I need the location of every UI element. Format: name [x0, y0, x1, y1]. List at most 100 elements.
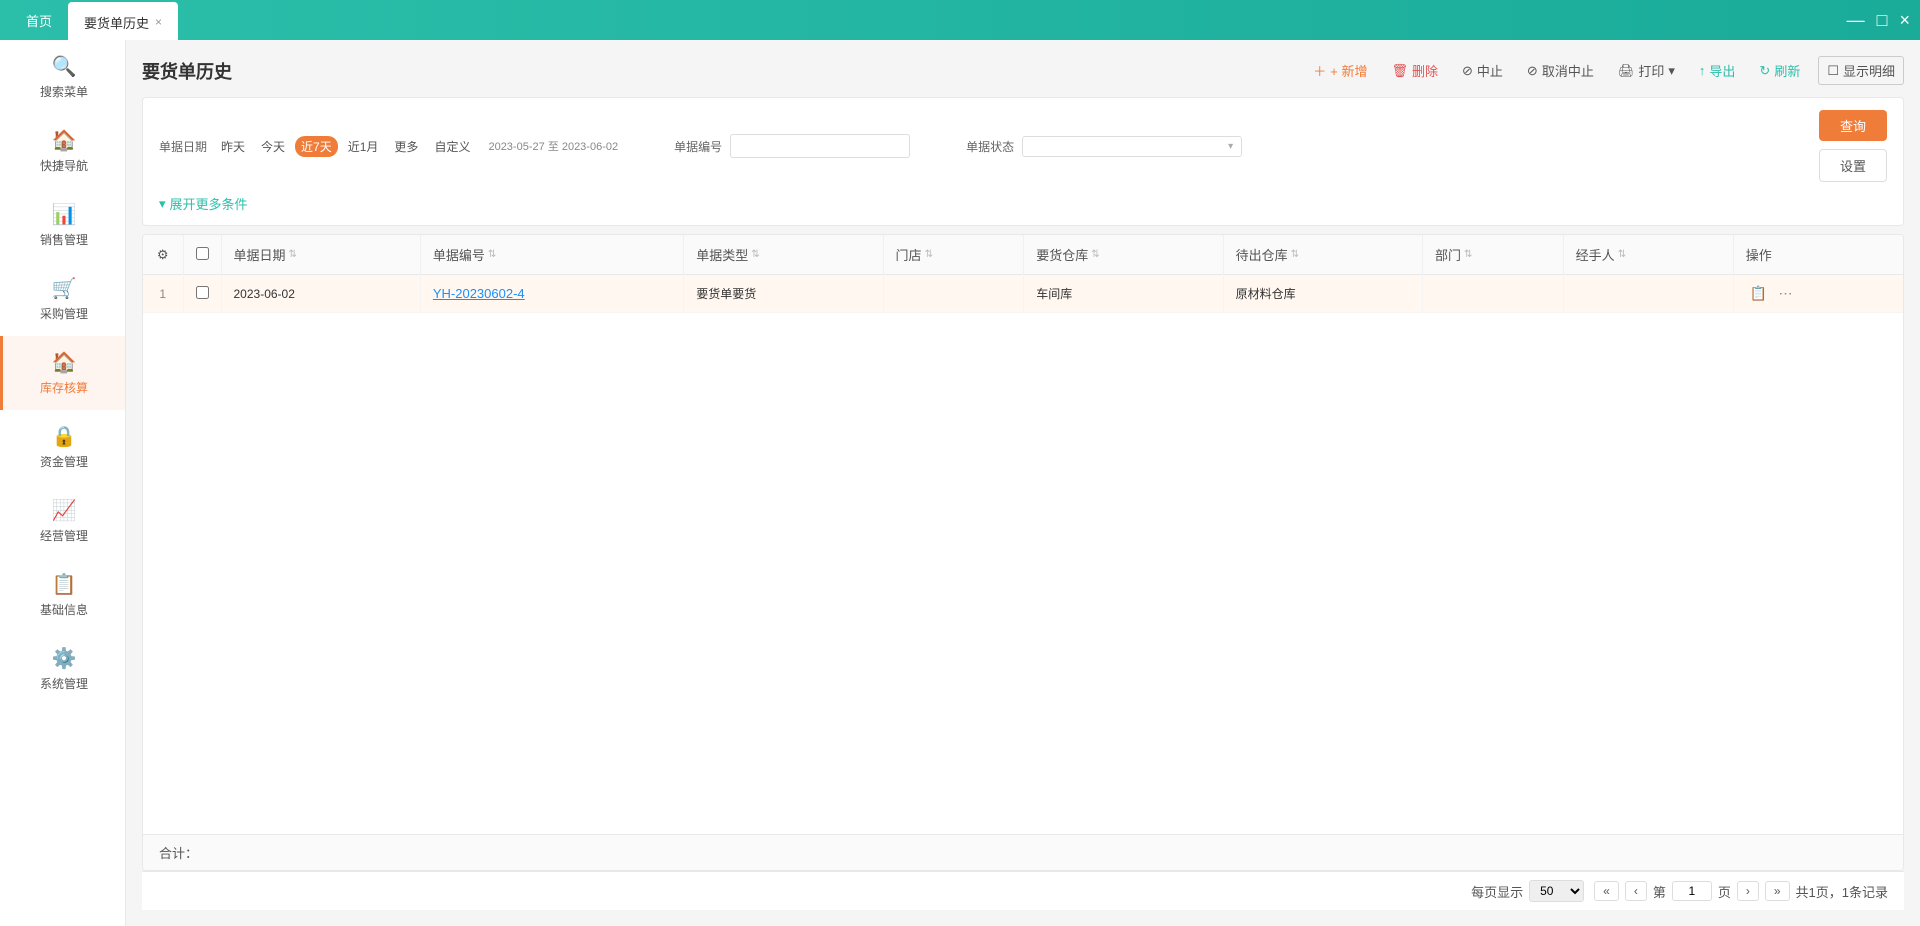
page-title: 要货单历史 — [142, 58, 232, 84]
toolbar: ＋ + 新增 🗑 删除 ⊘ 中止 ⊘ 取消中止 🖨 打印 — [1307, 56, 1904, 85]
window-close-icon[interactable]: × — [1899, 10, 1910, 31]
per-page-select[interactable]: 50 100 200 — [1529, 880, 1584, 902]
checkbox-icon: ☐ — [1827, 63, 1839, 79]
sidebar-item-sales[interactable]: 📊 销售管理 — [0, 188, 125, 262]
operation-icon: 📈 — [52, 498, 77, 523]
row-operation: 📋 ⋯ — [1733, 275, 1903, 313]
col-handler: 经手人 ⇅ — [1563, 235, 1733, 275]
last-page-btn[interactable]: » — [1765, 881, 1790, 901]
select-all-checkbox[interactable] — [196, 247, 209, 260]
first-page-btn[interactable]: « — [1594, 881, 1619, 901]
export-label: 导出 — [1709, 61, 1735, 80]
show-detail-button[interactable]: ☐ 显示明细 — [1818, 56, 1904, 85]
col-type-label: 单据类型 — [696, 245, 748, 264]
col-department: 部门 ⇅ — [1422, 235, 1563, 275]
shortcut-custom[interactable]: 自定义 — [428, 136, 476, 157]
sidebar-item-purchase-label: 采购管理 — [40, 305, 88, 322]
filter-expand-row: ▾ 展开更多条件 — [159, 188, 1887, 213]
finance-icon: 🔒 — [52, 424, 77, 449]
doc-link[interactable]: YH-20230602-4 — [433, 286, 525, 301]
row-req-warehouse: 车间库 — [1024, 275, 1223, 313]
delete-label: 删除 — [1412, 61, 1438, 80]
row-handler — [1563, 275, 1733, 313]
setting-button[interactable]: 设置 — [1819, 149, 1887, 182]
cancel-stop-button[interactable]: ⊘ 取消中止 — [1521, 57, 1600, 84]
shortcut-today[interactable]: 今天 — [255, 136, 291, 157]
sidebar-item-system[interactable]: ⚙️ 系统管理 — [0, 632, 125, 706]
doc-number-input[interactable] — [730, 134, 910, 158]
expand-button[interactable]: ▾ 展开更多条件 — [159, 194, 248, 213]
date-sort-icon[interactable]: ⇅ — [289, 249, 297, 260]
sidebar-item-system-label: 系统管理 — [40, 675, 88, 692]
expand-label: 展开更多条件 — [170, 194, 248, 213]
shop-sort-icon[interactable]: ⇅ — [925, 249, 933, 260]
print-button[interactable]: 🖨 打印 ▾ — [1612, 57, 1681, 84]
col-settings[interactable]: ⚙ — [143, 235, 183, 275]
sidebar-item-operation[interactable]: 📈 经营管理 — [0, 484, 125, 558]
delete-button[interactable]: 🗑 删除 — [1385, 57, 1444, 84]
row-checkbox[interactable] — [196, 286, 209, 299]
refresh-label: 刷新 — [1774, 61, 1800, 80]
department-sort-icon[interactable]: ⇅ — [1464, 249, 1472, 260]
sidebar-item-inventory-label: 库存核算 — [40, 379, 88, 396]
sidebar-item-sales-label: 销售管理 — [40, 231, 88, 248]
pending-warehouse-sort-icon[interactable]: ⇅ — [1291, 249, 1299, 260]
table-scroll: ⚙ 单据日期 ⇅ — [143, 235, 1903, 834]
total-pages-info: 共1页，1条记录 — [1796, 882, 1888, 901]
sidebar-item-quick-nav[interactable]: 🏠 快捷导航 — [0, 114, 125, 188]
maximize-icon[interactable]: □ — [1877, 10, 1888, 31]
status-filter-group: 单据状态 ▾ — [966, 136, 1242, 157]
status-select[interactable]: ▾ — [1022, 136, 1242, 157]
shortcut-7days[interactable]: 近7天 — [295, 136, 338, 157]
col-operation: 操作 — [1733, 235, 1903, 275]
next-page-btn[interactable]: › — [1737, 881, 1759, 901]
tab-close-icon[interactable]: × — [155, 15, 162, 29]
refresh-button[interactable]: ↻ 刷新 — [1753, 57, 1806, 84]
row-checkbox-cell[interactable] — [183, 275, 221, 313]
stop-button[interactable]: ⊘ 中止 — [1456, 57, 1509, 84]
new-button[interactable]: ＋ + 新增 — [1307, 57, 1373, 84]
sidebar-item-basic-info[interactable]: 📋 基础信息 — [0, 558, 125, 632]
total-label: 合计： — [159, 843, 198, 862]
expand-icon: ▾ — [159, 196, 166, 212]
prev-page-btn[interactable]: ‹ — [1625, 881, 1647, 901]
page-nav: « ‹ 第 页 › » 共1页，1条记录 — [1594, 881, 1888, 901]
shortcut-1month[interactable]: 近1月 — [342, 136, 385, 157]
row-shop — [883, 275, 1024, 313]
tab-history[interactable]: 要货单历史 × — [68, 2, 178, 42]
req-warehouse-sort-icon[interactable]: ⇅ — [1091, 249, 1099, 260]
query-button[interactable]: 查询 — [1819, 110, 1887, 141]
minimize-icon[interactable]: — — [1847, 10, 1865, 31]
more-icon[interactable]: ⋯ — [1774, 283, 1796, 303]
row-number[interactable]: YH-20230602-4 — [420, 275, 683, 313]
sidebar-item-finance[interactable]: 🔒 资金管理 — [0, 410, 125, 484]
quick-nav-icon: 🏠 — [52, 128, 77, 153]
sidebar-item-search-menu[interactable]: 🔍 搜索菜单 — [0, 40, 125, 114]
main-layout: 🔍 搜索菜单 🏠 快捷导航 📊 销售管理 🛒 采购管理 🏠 库存核算 🔒 资金管… — [0, 40, 1920, 926]
col-shop: 门店 ⇅ — [883, 235, 1024, 275]
tab-home[interactable]: 首页 — [10, 0, 68, 40]
export-button[interactable]: ↑ 导出 — [1693, 57, 1742, 84]
filter-area: 单据日期 昨天 今天 近7天 近1月 更多 自定义 2023-05-27 至 2… — [142, 97, 1904, 226]
shortcut-more[interactable]: 更多 — [388, 136, 424, 157]
row-pending-warehouse: 原材料仓库 — [1223, 275, 1422, 313]
number-sort-icon[interactable]: ⇅ — [488, 249, 496, 260]
current-page-input[interactable] — [1672, 881, 1712, 901]
date-filter-group: 单据日期 昨天 今天 近7天 近1月 更多 自定义 2023-05-27 至 2… — [159, 136, 618, 157]
sidebar-item-inventory[interactable]: 🏠 库存核算 — [0, 336, 125, 410]
row-num: 1 — [143, 275, 183, 313]
col-checkbox[interactable] — [183, 235, 221, 275]
shortcut-yesterday[interactable]: 昨天 — [215, 136, 251, 157]
edit-icon[interactable]: 📋 — [1746, 283, 1771, 303]
page-header: 要货单历史 ＋ + 新增 🗑 删除 ⊘ 中止 ⊘ 取消中止 — [142, 56, 1904, 85]
sales-icon: 📊 — [52, 202, 77, 227]
page-label-before: 第 — [1653, 882, 1666, 901]
sidebar-item-purchase[interactable]: 🛒 采购管理 — [0, 262, 125, 336]
per-page-label: 每页显示 — [1471, 882, 1523, 901]
col-handler-label: 经手人 — [1576, 245, 1615, 264]
type-sort-icon[interactable]: ⇅ — [751, 249, 759, 260]
sidebar-item-finance-label: 资金管理 — [40, 453, 88, 470]
doc-number-label: 单据编号 — [674, 138, 722, 155]
col-pending-warehouse-label: 待出仓库 — [1236, 245, 1288, 264]
handler-sort-icon[interactable]: ⇅ — [1618, 249, 1626, 260]
